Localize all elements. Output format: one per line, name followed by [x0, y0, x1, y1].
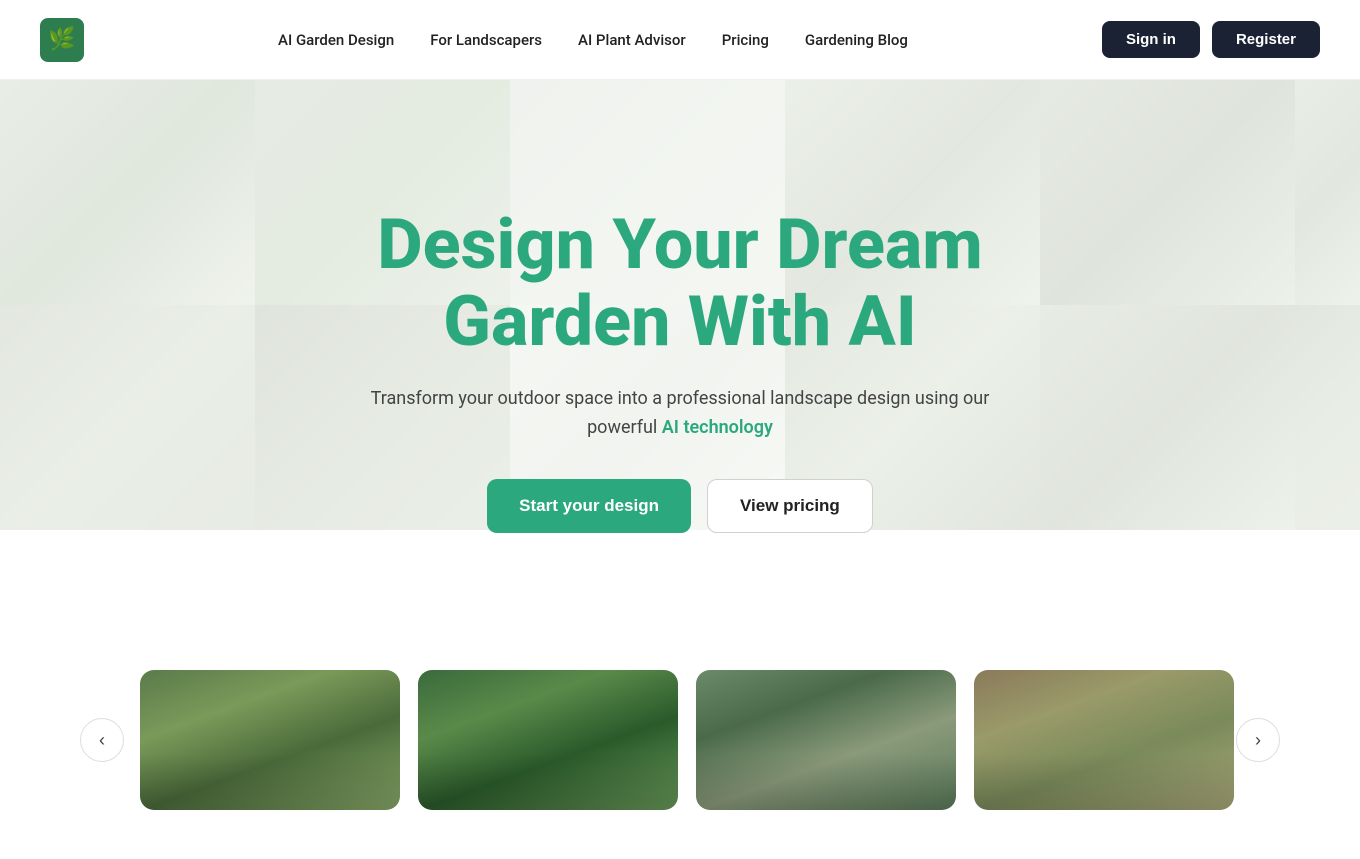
- carousel-item-2: [418, 670, 678, 810]
- start-design-button[interactable]: Start your design: [487, 479, 691, 533]
- logo-emoji: 🌿: [48, 27, 75, 52]
- register-button[interactable]: Register: [1212, 21, 1320, 58]
- nav-actions: Sign in Register: [1102, 21, 1320, 58]
- logo[interactable]: 🌿: [40, 18, 84, 62]
- hero-subtitle: Transform your outdoor space into a prof…: [360, 385, 1000, 443]
- carousel-item-3: [696, 670, 956, 810]
- hero-content: Design Your Dream Garden With AI Transfo…: [320, 147, 1040, 583]
- carousel-prev-button[interactable]: ‹: [80, 718, 124, 762]
- nav-ai-plant-advisor[interactable]: AI Plant Advisor: [578, 31, 686, 49]
- carousel-item-1: [140, 670, 400, 810]
- nav-ai-garden-design[interactable]: AI Garden Design: [278, 31, 394, 49]
- navigation: 🌿 AI Garden Design For Landscapers AI Pl…: [0, 0, 1360, 80]
- carousel-track: [0, 670, 1360, 810]
- hero-title: Design Your Dream Garden With AI: [377, 207, 982, 361]
- view-pricing-button[interactable]: View pricing: [707, 479, 873, 533]
- signin-button[interactable]: Sign in: [1102, 21, 1200, 58]
- hero-buttons: Start your design View pricing: [487, 479, 873, 533]
- carousel-item-4: [974, 670, 1234, 810]
- hero-ai-link[interactable]: AI technology: [662, 417, 773, 438]
- carousel-next-button[interactable]: ›: [1236, 718, 1280, 762]
- nav-links: AI Garden Design For Landscapers AI Plan…: [278, 31, 908, 49]
- hero-title-line2: Garden With AI: [443, 281, 916, 363]
- carousel-section: ‹ ›: [0, 650, 1360, 850]
- logo-icon: 🌿: [40, 18, 84, 62]
- hero-title-line1: Design Your Dream: [377, 204, 982, 286]
- nav-for-landscapers[interactable]: For Landscapers: [430, 31, 542, 49]
- hero-section: Design Your Dream Garden With AI Transfo…: [0, 80, 1360, 650]
- nav-gardening-blog[interactable]: Gardening Blog: [805, 31, 908, 49]
- nav-pricing[interactable]: Pricing: [722, 31, 769, 49]
